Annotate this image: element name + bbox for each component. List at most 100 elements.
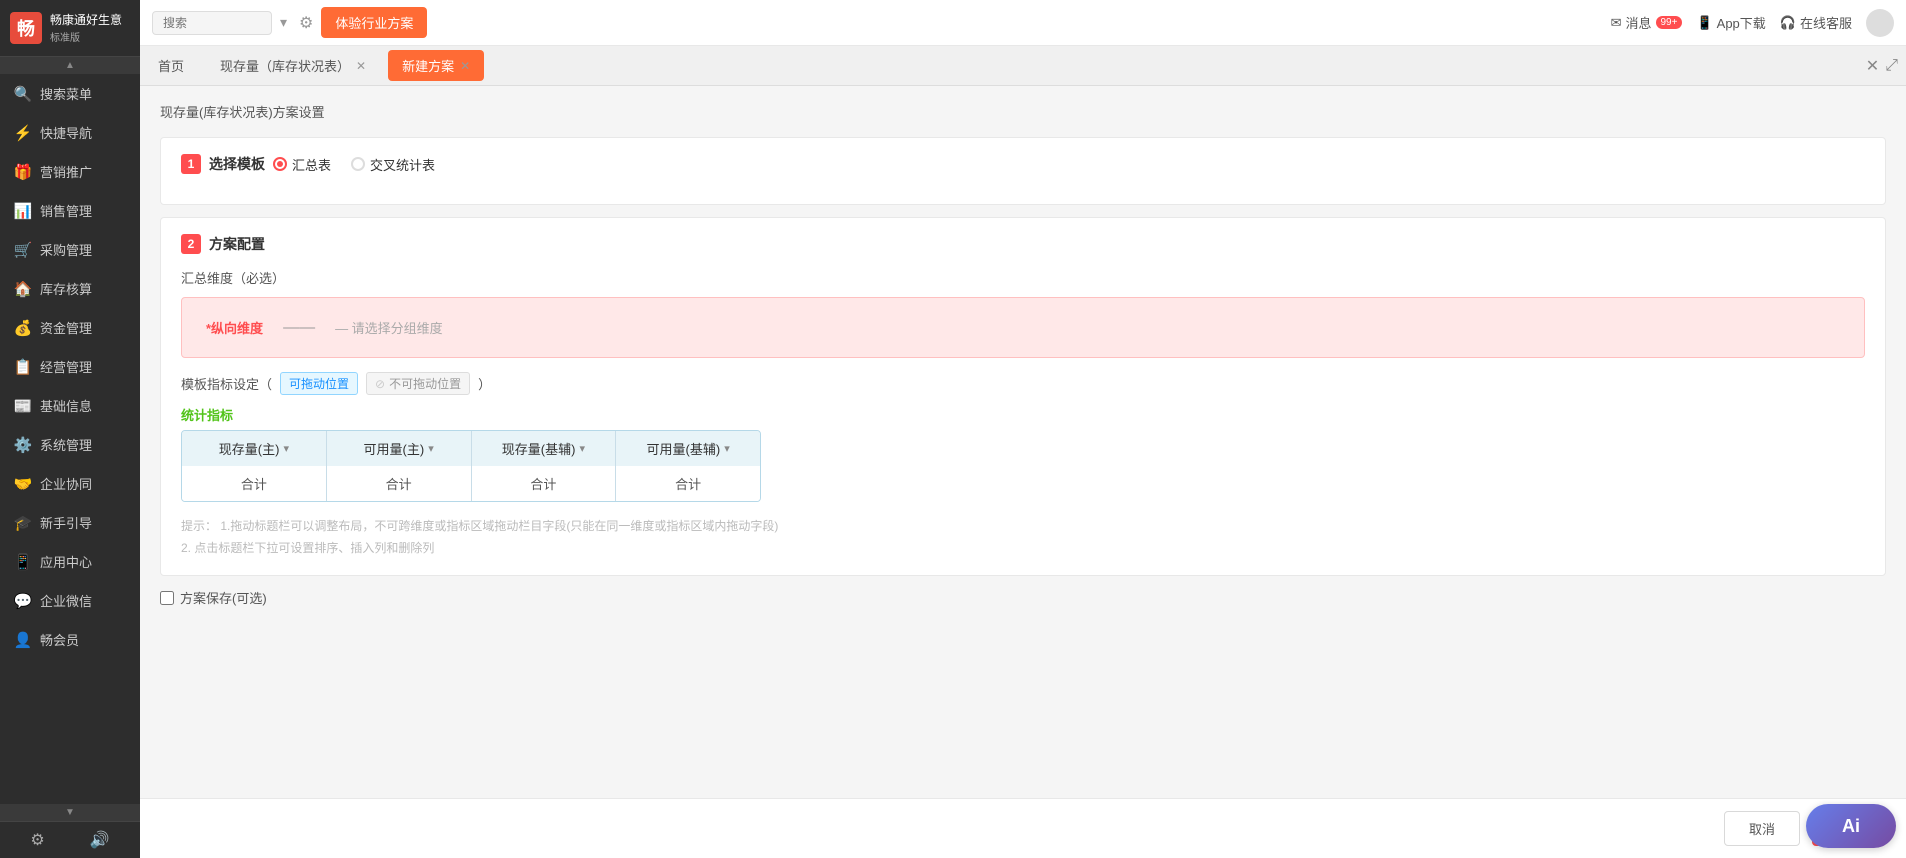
metrics-table: 现存量(主) ▾ 可用量(主) ▾ 现存量(基辅) ▾ 可用量(基辅) ▾ [181,430,761,502]
sidebar-item-enterprise[interactable]: 🤝 企业协同 [0,464,140,503]
tab-inventory[interactable]: 现存量（库存状况表） ✕ [202,46,384,85]
dim-arrow-icon: —— [283,319,315,337]
sidebar-item-inventory[interactable]: 🏠 库存核算 [0,269,140,308]
sidebar-item-label-member: 畅会员 [40,630,79,649]
trial-industry-button[interactable]: 体验行业方案 [321,7,427,38]
save-option: 方案保存(可选) [160,588,1886,607]
sidebar-item-label-sales: 销售管理 [40,201,92,220]
purchase-icon: 🛒 [14,241,32,259]
app-center-icon: 📱 [14,553,32,571]
tab-new-plan[interactable]: 新建方案 ✕ [388,50,484,81]
sidebar-item-basic-info[interactable]: 📰 基础信息 [0,386,140,425]
page-title: 现存量(库存状况表)方案设置 [160,102,1886,121]
col-available-aux[interactable]: 可用量(基辅) ▾ [616,431,760,466]
tab-home[interactable]: 首页 [140,46,202,85]
sidebar-item-label-finance: 资金管理 [40,318,92,337]
stats-label: 统计指标 [181,405,1865,424]
step2-section: 2 方案配置 汇总维度（必选） *纵向维度 —— — 请选择分组维度 模板指标设… [160,217,1886,576]
step1-header: 1 选择模板 汇总表 交叉统计表 [181,154,1865,174]
sidebar-item-member[interactable]: 👤 畅会员 [0,620,140,659]
sidebar-item-app-center[interactable]: 📱 应用中心 [0,542,140,581]
tip-text-2: 2. 点击标题栏下拉可设置排序、插入列和删除列 [181,541,434,555]
sidebar-item-wechat[interactable]: 💬 企业微信 [0,581,140,620]
messages-badge: 99+ [1656,16,1683,29]
sidebar-item-management[interactable]: 📋 经营管理 [0,347,140,386]
sidebar-item-label-management: 经营管理 [40,357,92,376]
sidebar-item-label-shortcuts: 快捷导航 [40,123,92,142]
col-current-main[interactable]: 现存量(主) ▾ [182,431,327,466]
dimension-area[interactable]: *纵向维度 —— — 请选择分组维度 [181,297,1865,358]
col-current-aux-label: 现存量(基辅) [502,439,576,458]
shortcuts-icon: ⚡ [14,124,32,142]
dim-section-label: 汇总维度（必选） [181,268,1865,287]
audio-icon[interactable]: 🔊 [90,830,110,850]
dropdown-arrow-icon[interactable]: ▾ [280,14,287,31]
tip-1: 提示： 1.拖动标题栏可以调整布局，不可跨维度或指标区域拖动栏目字段(只能在同一… [181,516,1865,538]
tab-new-plan-close-icon[interactable]: ✕ [460,59,470,73]
col-available-aux-label: 可用量(基辅) [647,439,721,458]
user-avatar[interactable] [1866,9,1894,37]
sidebar-item-label-marketing: 营销推广 [40,162,92,181]
sidebar-item-marketing[interactable]: 🎁 营销推广 [0,152,140,191]
cancel-button[interactable]: 取消 [1724,811,1800,846]
app-download-item[interactable]: 📱 App下载 [1696,13,1765,32]
marketing-icon: 🎁 [14,163,32,181]
tabs-right-actions: ✕ ⤢ [1866,56,1906,76]
download-icon: 📱 [1696,15,1712,31]
gear-icon[interactable]: ⚙ [299,13,313,33]
sidebar-item-system[interactable]: ⚙️ 系统管理 [0,425,140,464]
sidebar-scroll-up[interactable]: ▲ [0,57,140,74]
metrics-config-label: 模板指标设定（ 可拖动位置 ⊘ 不可拖动位置 ） [181,372,1865,395]
step2-title: 方案配置 [209,234,265,254]
sidebar-item-shortcuts[interactable]: ⚡ 快捷导航 [0,113,140,152]
sidebar-item-newbie[interactable]: 🎓 新手引导 [0,503,140,542]
sidebar-scroll-down[interactable]: ▼ [0,804,140,821]
ai-fab-button[interactable]: Ai [1806,804,1896,848]
save-checkbox[interactable] [160,591,174,605]
sidebar-item-search[interactable]: 🔍 搜索菜单 [0,74,140,113]
tip-2: 2. 点击标题栏下拉可设置排序、插入列和删除列 [181,538,1865,560]
cell-available-aux-sub: 合计 [616,466,760,501]
col-current-main-label: 现存量(主) [219,439,280,458]
main-content: 现存量(库存状况表)方案设置 1 选择模板 汇总表 交叉统计表 [140,86,1906,798]
tab-inventory-close-icon[interactable]: ✕ [356,59,366,73]
sidebar-nav: 🔍 搜索菜单 ⚡ 快捷导航 🎁 营销推广 📊 销售管理 🛒 采购管理 🏠 库存核… [0,74,140,804]
col-current-aux[interactable]: 现存量(基辅) ▾ [472,431,617,466]
radio-summary[interactable]: 汇总表 [273,155,331,174]
close-panel-icon[interactable]: ✕ [1866,56,1879,76]
app-logo-icon: 畅 [10,12,42,44]
cell-current-aux-sub: 合计 [472,466,617,501]
radio-cross[interactable]: 交叉统计表 [351,155,435,174]
sidebar-item-label-search: 搜索菜单 [40,84,92,103]
ai-fab-label: Ai [1842,816,1860,837]
tips-section: 提示： 1.拖动标题栏可以调整布局，不可跨维度或指标区域拖动栏目字段(只能在同一… [181,516,1865,559]
col-available-main[interactable]: 可用量(主) ▾ [327,431,472,466]
sidebar-item-label-app-center: 应用中心 [40,552,92,571]
radio-summary-circle [273,157,287,171]
metrics-config-close: ） [478,374,491,393]
messages-item[interactable]: ✉ 消息 99+ [1611,13,1683,32]
settings-icon[interactable]: ⚙ [30,830,44,850]
tab-new-plan-label: 新建方案 [402,56,454,75]
sidebar-item-sales[interactable]: 📊 销售管理 [0,191,140,230]
sidebar-item-label-enterprise: 企业协同 [40,474,92,493]
search-input[interactable] [152,11,272,35]
app-download-label: App下载 [1717,13,1766,32]
sidebar-item-purchase[interactable]: 🛒 采购管理 [0,230,140,269]
cell-available-main-sub: 合计 [327,466,472,501]
col-available-main-label: 可用量(主) [364,439,425,458]
col-available-aux-chevron: ▾ [724,442,730,455]
topbar: ▾ ⚙ 体验行业方案 ✉ 消息 99+ 📱 App下载 🎧 在线客服 [140,0,1906,46]
sidebar-footer: ⚙ 🔊 [0,821,140,858]
expand-panel-icon[interactable]: ⤢ [1885,57,1898,75]
step2-number: 2 [181,234,201,254]
metrics-table-body: 合计 合计 合计 合计 [182,466,760,501]
inventory-icon: 🏠 [14,280,32,298]
newbie-icon: 🎓 [14,514,32,532]
sidebar: 畅 畅康通好生意 标准版 ▲ 🔍 搜索菜单 ⚡ 快捷导航 🎁 营销推广 📊 销售… [0,0,140,858]
message-icon: ✉ [1611,15,1622,31]
sidebar-item-label-purchase: 采购管理 [40,240,92,259]
sidebar-item-finance[interactable]: 💰 资金管理 [0,308,140,347]
topbar-left: ▾ ⚙ 体验行业方案 [152,7,427,38]
online-support-item[interactable]: 🎧 在线客服 [1780,13,1852,32]
